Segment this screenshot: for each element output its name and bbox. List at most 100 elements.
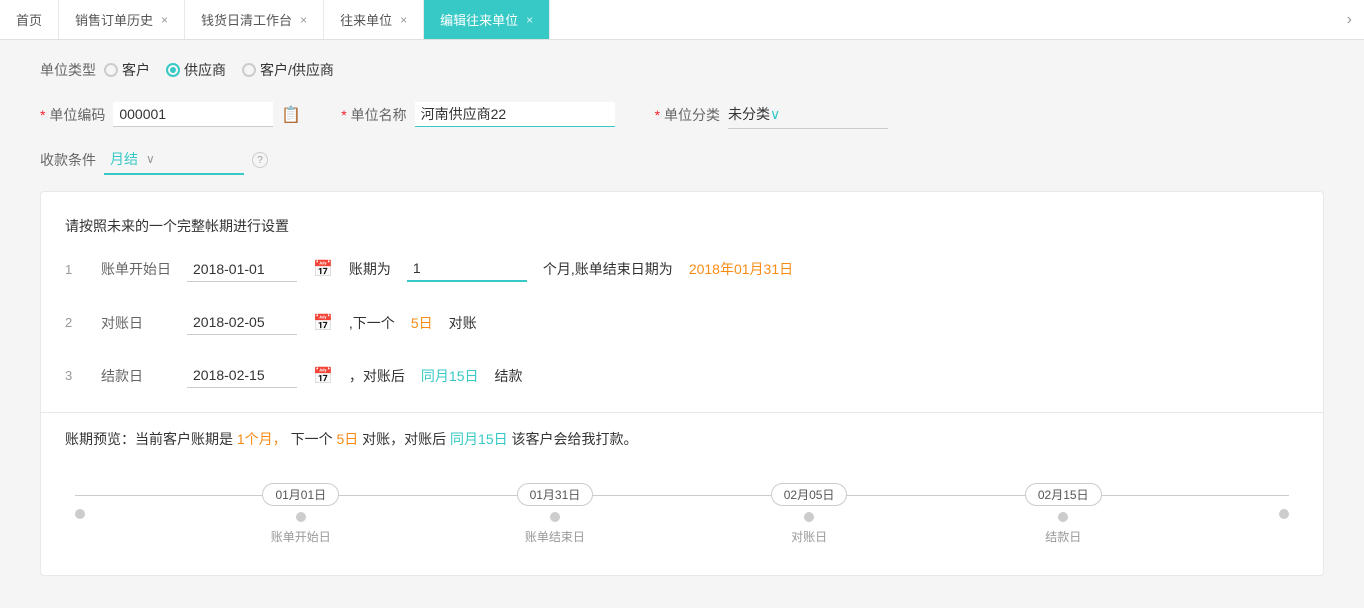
timeline-node-2-dot	[550, 512, 560, 522]
row-3-label: 结款日	[101, 366, 171, 386]
row-3-desc-suffix: 结款	[495, 366, 523, 386]
preview-highlight1: 1个月，	[237, 431, 287, 447]
period-input[interactable]	[407, 256, 527, 282]
tab-edit-counterparty-label: 编辑往来单位	[440, 10, 518, 29]
settings-row-1: 1 账单开始日 📅 账期为 个月,账单结束日期为 2018年01月31日	[65, 256, 1299, 282]
preview-section: 账期预览：当前客户账期是 1个月， 下一个 5日 对账，对账后 同月15日 该客…	[41, 412, 1323, 575]
payment-date-calendar-icon[interactable]: 📅	[313, 366, 333, 386]
start-date-calendar-icon[interactable]: 📅	[313, 259, 333, 279]
timeline-node-2-date: 01月31日	[517, 483, 594, 506]
timeline-node-4-label: 结款日	[1045, 528, 1081, 545]
tab-cash-workbench-close[interactable]: ×	[300, 13, 307, 27]
unit-info-row: 单位编码 📋 单位名称 单位分类 未分类 ∨	[40, 100, 1324, 129]
main-content: 单位类型 客户 供应商 客户/供应商 单位编码 📋	[0, 40, 1364, 608]
row-2-desc-prefix: ,下一个	[349, 313, 395, 333]
timeline-node-4-date: 02月15日	[1025, 483, 1102, 506]
timeline-node-3-date: 02月05日	[771, 483, 848, 506]
start-date-input[interactable]	[187, 257, 297, 282]
tab-sales-history-label: 销售订单历史	[75, 10, 153, 29]
unit-name-input[interactable]	[415, 102, 615, 127]
unit-type-row: 单位类型 客户 供应商 客户/供应商	[40, 60, 1324, 80]
radio-supplier[interactable]: 供应商	[166, 60, 226, 80]
settings-row-2: 2 对账日 📅 ,下一个 5日 对账	[65, 310, 1299, 335]
payment-date-input[interactable]	[187, 363, 297, 388]
payment-select-arrow-icon: ∨	[146, 152, 155, 166]
row-2-highlight: 5日	[411, 313, 433, 333]
unit-code-input[interactable]	[113, 102, 273, 127]
radio-customer[interactable]: 客户	[104, 60, 150, 80]
period-label: 账期为	[349, 259, 391, 279]
tab-edit-counterparty[interactable]: 编辑往来单位 ×	[424, 0, 550, 39]
tab-bar: 首页 销售订单历史 × 钱货日清工作台 × 往来单位 × 编辑往来单位 × ›	[0, 0, 1364, 40]
payment-condition-select[interactable]: 月结 ∨	[104, 145, 244, 175]
preview-text: 账期预览：当前客户账期是 1个月， 下一个 5日 对账，对账后 同月15日 该客…	[65, 429, 1299, 449]
tab-cash-workbench-label: 钱货日清工作台	[201, 10, 292, 29]
radio-supplier-circle	[166, 63, 180, 77]
row-2-num: 2	[65, 315, 85, 330]
row-1-num: 1	[65, 262, 85, 277]
timeline: 01月01日 账单开始日 01月31日 账单结束日 02月05日 对账日	[75, 473, 1289, 575]
unit-type-group: 单位类型 客户 供应商 客户/供应商	[40, 60, 334, 80]
help-icon[interactable]: ?	[252, 152, 268, 168]
unit-name-group: 单位名称	[341, 102, 614, 127]
timeline-node-3-dot	[804, 512, 814, 522]
unit-category-select[interactable]: 未分类 ∨	[728, 100, 888, 129]
timeline-node-4-dot	[1058, 512, 1068, 522]
radio-both-label: 客户/供应商	[260, 60, 334, 80]
timeline-node-3-label: 对账日	[791, 528, 827, 545]
row-3-num: 3	[65, 368, 85, 383]
tab-counterparty-label: 往来单位	[340, 10, 392, 29]
timeline-line	[75, 495, 1289, 496]
settings-card: 请按照未来的一个完整帐期进行设置 1 账单开始日 📅 账期为 个月,账单结束日期…	[40, 191, 1324, 576]
row-2-desc-suffix: 对账	[449, 313, 477, 333]
preview-middle2: 对账，对账后	[362, 431, 446, 447]
radio-customer-circle	[104, 63, 118, 77]
timeline-node-4: 02月15日 结款日	[1025, 483, 1102, 545]
tab-sales-history[interactable]: 销售订单历史 ×	[59, 0, 185, 39]
payment-condition-value: 月结	[110, 149, 138, 169]
radio-both[interactable]: 客户/供应商	[242, 60, 334, 80]
radio-group: 客户 供应商 客户/供应商	[104, 60, 334, 80]
tab-more-button[interactable]: ›	[1335, 11, 1364, 29]
unit-name-label: 单位名称	[341, 105, 406, 125]
timeline-node-1-dot	[296, 512, 306, 522]
unit-type-label: 单位类型	[40, 60, 96, 80]
unit-category-group: 单位分类 未分类 ∨	[655, 100, 888, 129]
tab-cash-workbench[interactable]: 钱货日清工作台 ×	[185, 0, 324, 39]
card-title: 请按照未来的一个完整帐期进行设置	[65, 216, 1299, 236]
tab-counterparty[interactable]: 往来单位 ×	[324, 0, 424, 39]
reconcile-date-input[interactable]	[187, 310, 297, 335]
timeline-node-1-date: 01月01日	[262, 483, 339, 506]
tab-sales-history-close[interactable]: ×	[161, 13, 168, 27]
row-1-label: 账单开始日	[101, 259, 171, 279]
row-3-highlight: 同月15日	[421, 366, 479, 386]
chevron-down-icon: ∨	[770, 106, 780, 123]
unit-code-icon[interactable]: 📋	[281, 105, 301, 125]
reconcile-date-calendar-icon[interactable]: 📅	[313, 313, 333, 333]
preview-highlight3: 同月15日	[450, 431, 508, 447]
preview-middle1: 下一个	[291, 431, 333, 447]
settings-card-body: 请按照未来的一个完整帐期进行设置 1 账单开始日 📅 账期为 个月,账单结束日期…	[41, 192, 1323, 412]
period-end-date: 2018年01月31日	[689, 259, 793, 279]
unit-category-value: 未分类	[728, 104, 770, 124]
row-2-label: 对账日	[101, 313, 171, 333]
payment-condition-row: 收款条件 月结 ∨ ?	[40, 145, 1324, 175]
timeline-node-3: 02月05日 对账日	[771, 483, 848, 545]
payment-condition-group: 收款条件 月结 ∨ ?	[40, 145, 268, 175]
timeline-node-2: 01月31日 账单结束日	[517, 483, 594, 545]
preview-prefix: 账期预览：当前客户账期是	[65, 431, 233, 447]
settings-row-3: 3 结款日 📅 ，对账后 同月15日 结款	[65, 363, 1299, 388]
timeline-node-2-label: 账单结束日	[525, 528, 585, 545]
tab-home[interactable]: 首页	[0, 0, 59, 39]
tab-counterparty-close[interactable]: ×	[400, 13, 407, 27]
unit-code-label: 单位编码	[40, 105, 105, 125]
row-3-desc-prefix: ，对账后	[349, 366, 405, 386]
preview-suffix: 该客户会给我打款。	[512, 431, 638, 447]
timeline-node-1-label: 账单开始日	[271, 528, 331, 545]
radio-both-circle	[242, 63, 256, 77]
radio-supplier-label: 供应商	[184, 60, 226, 80]
radio-customer-label: 客户	[122, 60, 150, 80]
period-unit: 个月,账单结束日期为	[543, 259, 673, 279]
unit-category-label: 单位分类	[655, 105, 720, 125]
tab-edit-counterparty-close[interactable]: ×	[526, 13, 533, 27]
